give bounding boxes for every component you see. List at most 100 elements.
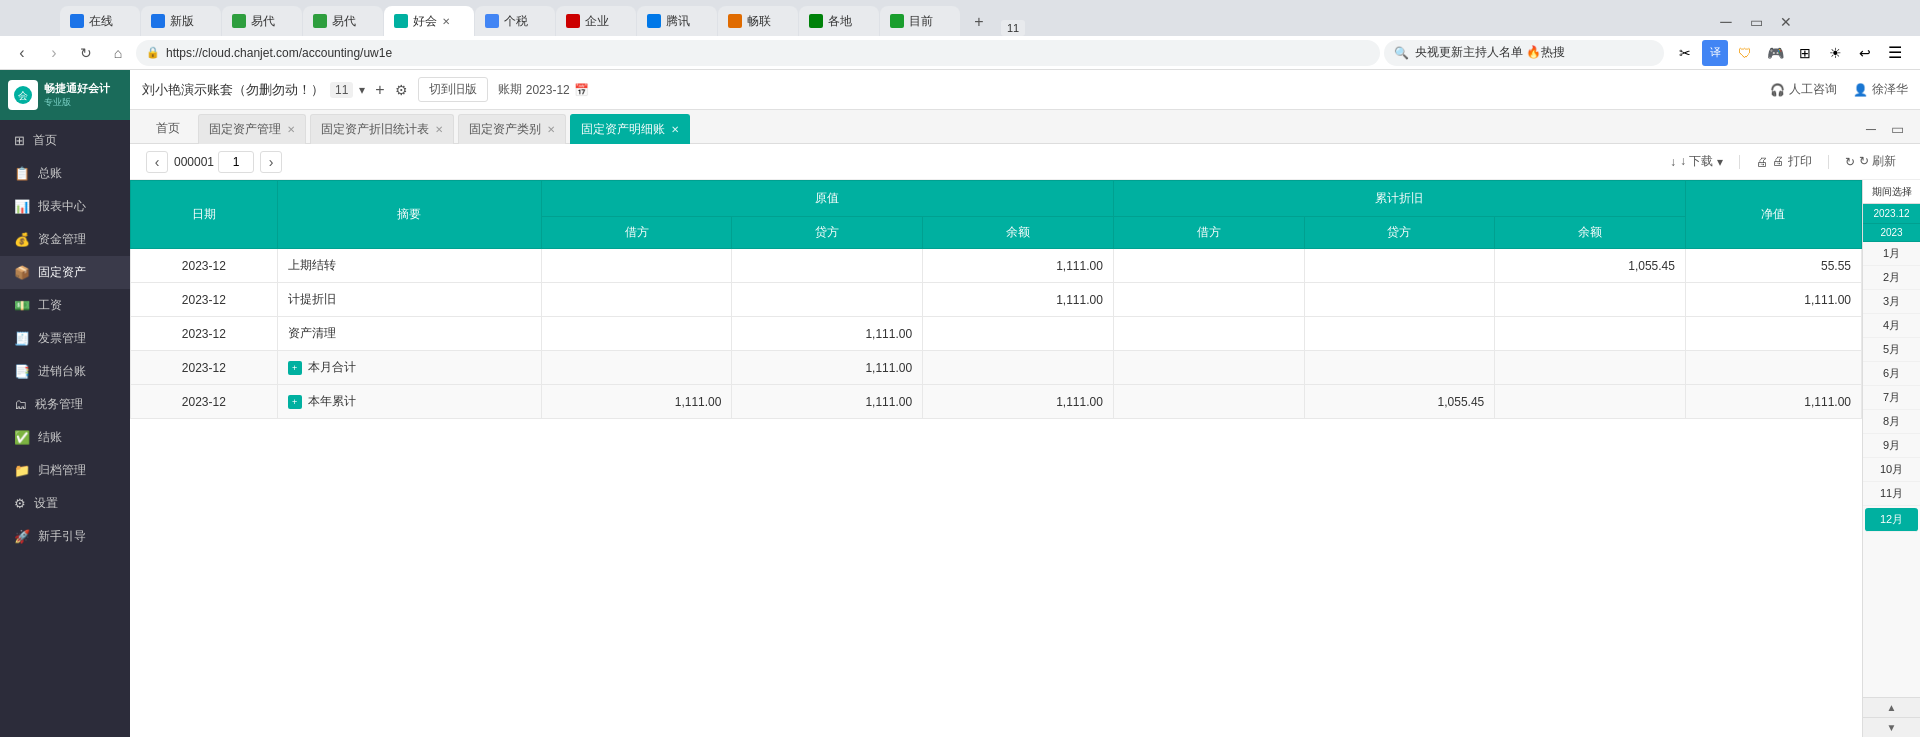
browser-tab-11[interactable]: 目前 bbox=[880, 6, 960, 36]
page-tab-home[interactable]: 首页 bbox=[142, 114, 194, 144]
account-dropdown-button[interactable]: ▾ bbox=[359, 83, 365, 97]
cell-accum-debit-2 bbox=[1113, 283, 1304, 317]
search-bar[interactable]: 🔍 央视更新主持人名单 🔥热搜 bbox=[1384, 40, 1664, 66]
print-button[interactable]: 🖨 🖨 打印 bbox=[1748, 150, 1819, 173]
sidebar-item-purchase[interactable]: 📑 进销台账 bbox=[0, 355, 130, 388]
ext4-btn[interactable]: 🎮 bbox=[1762, 40, 1788, 66]
sidebar-item-fixed-assets[interactable]: 📦 固定资产 bbox=[0, 256, 130, 289]
sidebar-item-settings[interactable]: ⚙ 设置 bbox=[0, 487, 130, 520]
sidebar-item-home[interactable]: ⊞ 首页 bbox=[0, 124, 130, 157]
scissors-btn[interactable]: ✂ bbox=[1672, 40, 1698, 66]
theme-btn[interactable]: ☀ bbox=[1822, 40, 1848, 66]
address-bar[interactable]: 🔒 https://cloud.chanjet.com/accounting/u… bbox=[136, 40, 1380, 66]
ext3-btn[interactable]: 🛡 bbox=[1732, 40, 1758, 66]
search-text: 央视更新主持人名单 🔥热搜 bbox=[1415, 44, 1565, 61]
page-minimize-btn[interactable]: ─ bbox=[1860, 118, 1882, 140]
sidebar-item-payroll[interactable]: 💵 工资 bbox=[0, 289, 130, 322]
period-month-5[interactable]: 5月 bbox=[1863, 338, 1920, 362]
cell-accum-balance-2 bbox=[1495, 283, 1686, 317]
browser-tab-10[interactable]: 各地 bbox=[799, 6, 879, 36]
period-month-4[interactable]: 4月 bbox=[1863, 314, 1920, 338]
sidebar-item-invoice[interactable]: 🧾 发票管理 bbox=[0, 322, 130, 355]
cell-orig-balance-5: 1,111.00 bbox=[923, 385, 1114, 419]
close-fixed-asset-mgmt[interactable]: ✕ bbox=[287, 124, 295, 135]
app-layout: 会 畅捷通好会计 专业版 ⊞ 首页 📋 总账 📊 报表中心 bbox=[0, 70, 1920, 737]
window-minimize-button[interactable]: ─ bbox=[1712, 8, 1740, 36]
version-button[interactable]: 切到旧版 bbox=[418, 77, 488, 102]
period-month-1[interactable]: 1月 bbox=[1863, 242, 1920, 266]
sidebar-item-tax[interactable]: 🗂 税务管理 bbox=[0, 388, 130, 421]
reports-icon: 📊 bbox=[14, 199, 30, 214]
cell-accum-balance-3 bbox=[1495, 317, 1686, 351]
tab9-label: 畅联 bbox=[747, 13, 771, 30]
grid-btn[interactable]: ⊞ bbox=[1792, 40, 1818, 66]
sidebar-item-archive[interactable]: 📁 归档管理 bbox=[0, 454, 130, 487]
undo-btn[interactable]: ↩ bbox=[1852, 40, 1878, 66]
sidebar-item-funds[interactable]: 💰 资金管理 bbox=[0, 223, 130, 256]
period-month-3[interactable]: 3月 bbox=[1863, 290, 1920, 314]
sidebar-item-reports[interactable]: 📊 报表中心 bbox=[0, 190, 130, 223]
home-button[interactable]: ⌂ bbox=[104, 39, 132, 67]
sidebar-item-guide[interactable]: 🚀 新手引导 bbox=[0, 520, 130, 553]
browser-tab-3[interactable]: 易代 bbox=[222, 6, 302, 36]
scroll-down-icon[interactable]: ▼ bbox=[1863, 717, 1920, 737]
sidebar-item-closing[interactable]: ✅ 结账 bbox=[0, 421, 130, 454]
close-asset-category[interactable]: ✕ bbox=[547, 124, 555, 135]
scroll-up-icon[interactable]: ▲ bbox=[1863, 697, 1920, 717]
browser-tab-6[interactable]: 个税 bbox=[475, 6, 555, 36]
table-area: 日期 摘要 原值 累计折旧 净值 bbox=[130, 180, 1920, 737]
settings-icon: ⚙ bbox=[14, 496, 26, 511]
period-month-12[interactable]: 12月 bbox=[1865, 508, 1918, 532]
browser-tab-4[interactable]: 易代 bbox=[303, 6, 383, 36]
browser-tab-8[interactable]: 腾讯 bbox=[637, 6, 717, 36]
period-year-label: 2023 bbox=[1863, 224, 1920, 242]
window-maximize-button[interactable]: ▭ bbox=[1742, 8, 1770, 36]
download-button[interactable]: ↓ ↓ 下载 ▾ bbox=[1662, 150, 1731, 173]
refresh-button[interactable]: ↻ bbox=[72, 39, 100, 67]
help-button[interactable]: 🎧 人工咨询 bbox=[1770, 81, 1837, 98]
prev-page-button[interactable]: ‹ bbox=[146, 151, 168, 173]
content-toolbar: ‹ 000001 › ↓ ↓ 下载 ▾ 🖨 🖨 打印 ↻ bbox=[130, 144, 1920, 180]
menu-btn[interactable]: ☰ bbox=[1882, 40, 1908, 66]
download-chevron: ▾ bbox=[1717, 155, 1723, 169]
browser-tab-7[interactable]: 企业 bbox=[556, 6, 636, 36]
sidebar-item-ledger[interactable]: 📋 总账 bbox=[0, 157, 130, 190]
page-tab-asset-detail-active[interactable]: 固定资产明细账 ✕ bbox=[570, 114, 690, 144]
page-tab-asset-category[interactable]: 固定资产类别 ✕ bbox=[458, 114, 566, 144]
settings-account-button[interactable]: ⚙ bbox=[395, 82, 408, 98]
page-tab-fixed-asset-mgmt[interactable]: 固定资产管理 ✕ bbox=[198, 114, 306, 144]
close-depreciation-stats[interactable]: ✕ bbox=[435, 124, 443, 135]
browser-tab-9[interactable]: 畅联 bbox=[718, 6, 798, 36]
browser-tab-5-active[interactable]: 好会 ✕ bbox=[384, 6, 474, 36]
add-account-button[interactable]: + bbox=[371, 81, 388, 99]
tab5-close[interactable]: ✕ bbox=[442, 16, 450, 27]
forward-button[interactable]: › bbox=[40, 39, 68, 67]
user-button[interactable]: 👤 徐泽华 bbox=[1853, 81, 1908, 98]
browser-tab-1[interactable]: 在线 bbox=[60, 6, 140, 36]
new-tab-button[interactable]: + bbox=[965, 8, 993, 36]
period-month-6[interactable]: 6月 bbox=[1863, 362, 1920, 386]
cell-orig-debit-5: 1,111.00 bbox=[541, 385, 732, 419]
period-month-9[interactable]: 9月 bbox=[1863, 434, 1920, 458]
refresh-button[interactable]: ↻ ↻ 刷新 bbox=[1837, 150, 1904, 173]
page-tab-depreciation-stats[interactable]: 固定资产折旧统计表 ✕ bbox=[310, 114, 454, 144]
window-close-button[interactable]: ✕ bbox=[1772, 8, 1800, 36]
fixed-asset-table: 日期 摘要 原值 累计折旧 净值 bbox=[130, 180, 1862, 419]
period-month-11[interactable]: 11月 bbox=[1863, 482, 1920, 506]
page-number-input[interactable] bbox=[218, 151, 254, 173]
account-count-badge: 11 bbox=[330, 82, 353, 98]
period-month-7[interactable]: 7月 bbox=[1863, 386, 1920, 410]
fixed-assets-icon: 📦 bbox=[14, 265, 30, 280]
period-month-10[interactable]: 10月 bbox=[1863, 458, 1920, 482]
reports-label: 报表中心 bbox=[38, 198, 86, 215]
tab10-label: 各地 bbox=[828, 13, 852, 30]
period-month-2[interactable]: 2月 bbox=[1863, 266, 1920, 290]
translate-btn[interactable]: 译 bbox=[1702, 40, 1728, 66]
page-maximize-btn[interactable]: ▭ bbox=[1886, 118, 1908, 140]
close-asset-detail[interactable]: ✕ bbox=[671, 124, 679, 135]
browser-tab-2[interactable]: 新版 bbox=[141, 6, 221, 36]
period-month-8[interactable]: 8月 bbox=[1863, 410, 1920, 434]
period-selector-panel: 期间选择 2023.12 2023 1月 2月 3月 4月 bbox=[1862, 180, 1920, 737]
next-page-button[interactable]: › bbox=[260, 151, 282, 173]
back-button[interactable]: ‹ bbox=[8, 39, 36, 67]
